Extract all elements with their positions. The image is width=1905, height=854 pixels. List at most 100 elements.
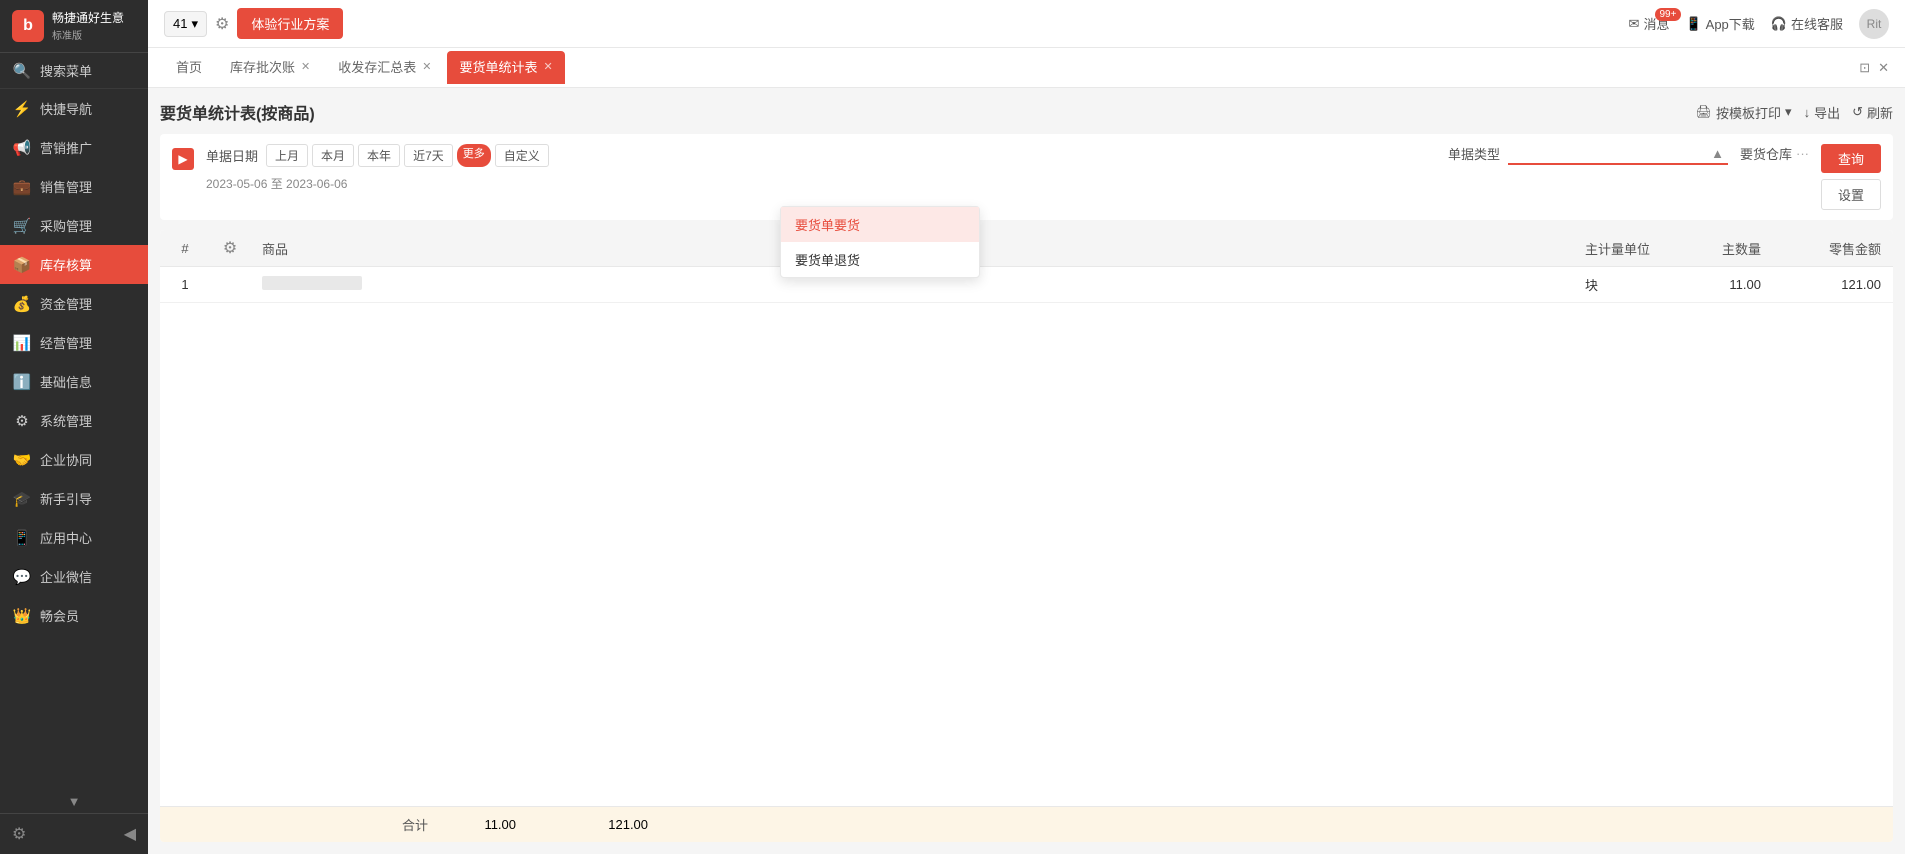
sidebar-search[interactable]: 🔍 搜索菜单 [0, 53, 148, 89]
main-area: 41 ▾ ⚙ 体验行业方案 ✉ 消息 99+ 📱 App下载 🎧 在线客服 Ri… [148, 0, 1905, 854]
appstore-icon: 📱 [12, 529, 32, 547]
column-settings-icon[interactable]: ⚙ [223, 240, 237, 257]
tab-receipt-summary-close[interactable]: ✕ [422, 60, 431, 73]
footer-row: 合计 11.00 121.00 [172, 815, 1881, 834]
filter-row: 单据日期 上月 本月 本年 近7天 更多 自定义 2023-05-06 至 20… [206, 144, 1436, 192]
filter-settings-button[interactable]: 设置 [1821, 179, 1881, 210]
quick-icon: ⚡ [12, 100, 32, 118]
tab-close-all-icon[interactable]: ✕ [1878, 60, 1889, 76]
date-btn-this-year[interactable]: 本年 [358, 144, 400, 167]
sales-icon: 💼 [12, 178, 32, 196]
message-icon: ✉ [1629, 16, 1640, 32]
sidebar-footer: ⚙ ◀ [0, 813, 148, 854]
tabs-bar: 首页 库存批次账 ✕ 收发存汇总表 ✕ 要货单统计表 ✕ ⊡ ✕ [148, 48, 1905, 88]
cell-settings [210, 267, 250, 303]
col-header-unit: 主计量单位 [1573, 230, 1673, 267]
sidebar-logo: b 畅捷通好生意 标准版 [0, 0, 148, 53]
sidebar-item-guide[interactable]: 🎓 新手引导 [0, 479, 148, 518]
sidebar-item-wechat[interactable]: 💬 企业微信 [0, 557, 148, 596]
type-dropdown-icon[interactable]: ▲ [1711, 146, 1724, 161]
sidebar-nav: ⚡ 快捷导航 📢 营销推广 💼 销售管理 🛒 采购管理 📦 库存核算 💰 资金管… [0, 89, 148, 790]
tab-home[interactable]: 首页 [164, 51, 214, 84]
sidebar-item-inventory[interactable]: 📦 库存核算 [0, 245, 148, 284]
logo-text: 畅捷通好生意 标准版 [52, 10, 124, 42]
app-download[interactable]: 📱 App下载 [1685, 14, 1754, 33]
chevron-down-icon: ▾ [191, 16, 198, 32]
table-row: 1 块 11.00 121.00 [160, 267, 1893, 303]
message-badge[interactable]: ✉ 消息 99+ [1629, 14, 1670, 33]
online-service[interactable]: 🎧 在线客服 [1771, 14, 1843, 33]
trial-button[interactable]: 体验行业方案 [237, 8, 343, 39]
topbar-settings-icon[interactable]: ⚙ [215, 14, 229, 34]
topbar-left: 41 ▾ ⚙ 体验行业方案 [164, 8, 1629, 39]
sidebar-item-marketing[interactable]: 📢 营销推广 [0, 128, 148, 167]
refresh-button[interactable]: ↺ 刷新 [1852, 103, 1893, 122]
tab-receipt-summary[interactable]: 收发存汇总表 ✕ [326, 51, 443, 84]
warehouse-dots[interactable]: ··· [1796, 146, 1809, 161]
basics-icon: ℹ️ [12, 373, 32, 391]
dropdown-item-return[interactable]: 要货单退货 [781, 242, 979, 277]
message-count: 99+ [1655, 8, 1682, 21]
date-btn-this-month[interactable]: 本月 [312, 144, 354, 167]
export-icon: ↓ [1804, 105, 1811, 120]
warehouse-label: 要货仓库 [1740, 144, 1792, 163]
date-more-badge[interactable]: 更多 [457, 144, 491, 167]
tab-inventory-batch-label: 库存批次账 [230, 57, 295, 76]
sidebar-item-appstore[interactable]: 📱 应用中心 [0, 518, 148, 557]
data-table: # ⚙ 商品 主计量单位 主数量 零售金额 1 [160, 230, 1893, 303]
sidebar-item-quick[interactable]: ⚡ 快捷导航 [0, 89, 148, 128]
sidebar-item-sales[interactable]: 💼 销售管理 [0, 167, 148, 206]
sidebar-scroll-down[interactable]: ▼ [0, 790, 148, 813]
filter-type-section: 单据类型 ▲ [1448, 144, 1728, 165]
guide-icon: 🎓 [12, 490, 32, 508]
inventory-icon: 📦 [12, 256, 32, 274]
filter-expand-button[interactable]: ▶ [172, 148, 194, 170]
page-actions: 🖨 按模板打印 ▾ ↓ 导出 ↺ 刷新 [1696, 103, 1894, 122]
tab-order-stats-close[interactable]: ✕ [544, 60, 553, 73]
query-button[interactable]: 查询 [1821, 144, 1881, 173]
user-avatar[interactable]: Rit [1859, 9, 1889, 39]
topbar: 41 ▾ ⚙ 体验行业方案 ✉ 消息 99+ 📱 App下载 🎧 在线客服 Ri… [148, 0, 1905, 48]
cell-amount: 121.00 [1773, 267, 1893, 303]
system-icon: ⚙ [12, 412, 32, 430]
filter-panel: ▶ 单据日期 上月 本月 本年 近7天 更多 自定义 2023-05-06 至 … [160, 134, 1893, 220]
company-num: 41 [173, 16, 187, 31]
export-button[interactable]: ↓ 导出 [1804, 103, 1841, 122]
cell-num: 1 [160, 267, 210, 303]
filter-actions: 查询 设置 [1821, 144, 1881, 210]
date-custom-btn[interactable]: 自定义 [495, 144, 549, 167]
dropdown-item-order[interactable]: 要货单要货 [781, 207, 979, 242]
type-label: 单据类型 [1448, 144, 1500, 163]
tabs-actions: ⊡ ✕ [1859, 60, 1889, 76]
footer-amount: 121.00 [528, 817, 648, 832]
tab-order-stats-label: 要货单统计表 [459, 57, 537, 76]
sidebar-item-operations[interactable]: 📊 经营管理 [0, 323, 148, 362]
marketing-icon: 📢 [12, 139, 32, 157]
date-btn-recent7[interactable]: 近7天 [404, 144, 453, 167]
content: 要货单统计表(按商品) 🖨 按模板打印 ▾ ↓ 导出 ↺ 刷新 ▶ [148, 88, 1905, 854]
tab-inventory-batch-close[interactable]: ✕ [301, 60, 310, 73]
sidebar-item-system[interactable]: ⚙ 系统管理 [0, 401, 148, 440]
date-range-display: 2023-05-06 至 2023-06-06 [206, 175, 1436, 192]
sidebar-item-member[interactable]: 👑 畅会员 [0, 596, 148, 635]
enterprise-icon: 🤝 [12, 451, 32, 469]
type-input[interactable] [1508, 144, 1728, 165]
print-button[interactable]: 🖨 按模板打印 ▾ [1696, 103, 1792, 122]
footer-qty: 11.00 [428, 817, 528, 832]
date-buttons: 上月 本月 本年 近7天 更多 自定义 [266, 144, 549, 167]
collapse-icon[interactable]: ◀ [124, 824, 136, 844]
tab-maximize-icon[interactable]: ⊡ [1859, 60, 1870, 76]
tab-home-label: 首页 [176, 57, 202, 76]
settings-icon[interactable]: ⚙ [12, 824, 26, 844]
company-selector[interactable]: 41 ▾ [164, 11, 207, 37]
table-header-row: # ⚙ 商品 主计量单位 主数量 零售金额 [160, 230, 1893, 267]
date-btn-last-month[interactable]: 上月 [266, 144, 308, 167]
tab-order-stats[interactable]: 要货单统计表 ✕ [447, 51, 564, 84]
tab-inventory-batch[interactable]: 库存批次账 ✕ [218, 51, 322, 84]
sidebar-item-purchase[interactable]: 🛒 采购管理 [0, 206, 148, 245]
type-input-wrap: ▲ [1508, 144, 1728, 165]
sidebar-item-finance[interactable]: 💰 资金管理 [0, 284, 148, 323]
sidebar-item-basics[interactable]: ℹ️ 基础信息 [0, 362, 148, 401]
sidebar-item-enterprise[interactable]: 🤝 企业协同 [0, 440, 148, 479]
footer-label: 合计 [172, 815, 428, 834]
